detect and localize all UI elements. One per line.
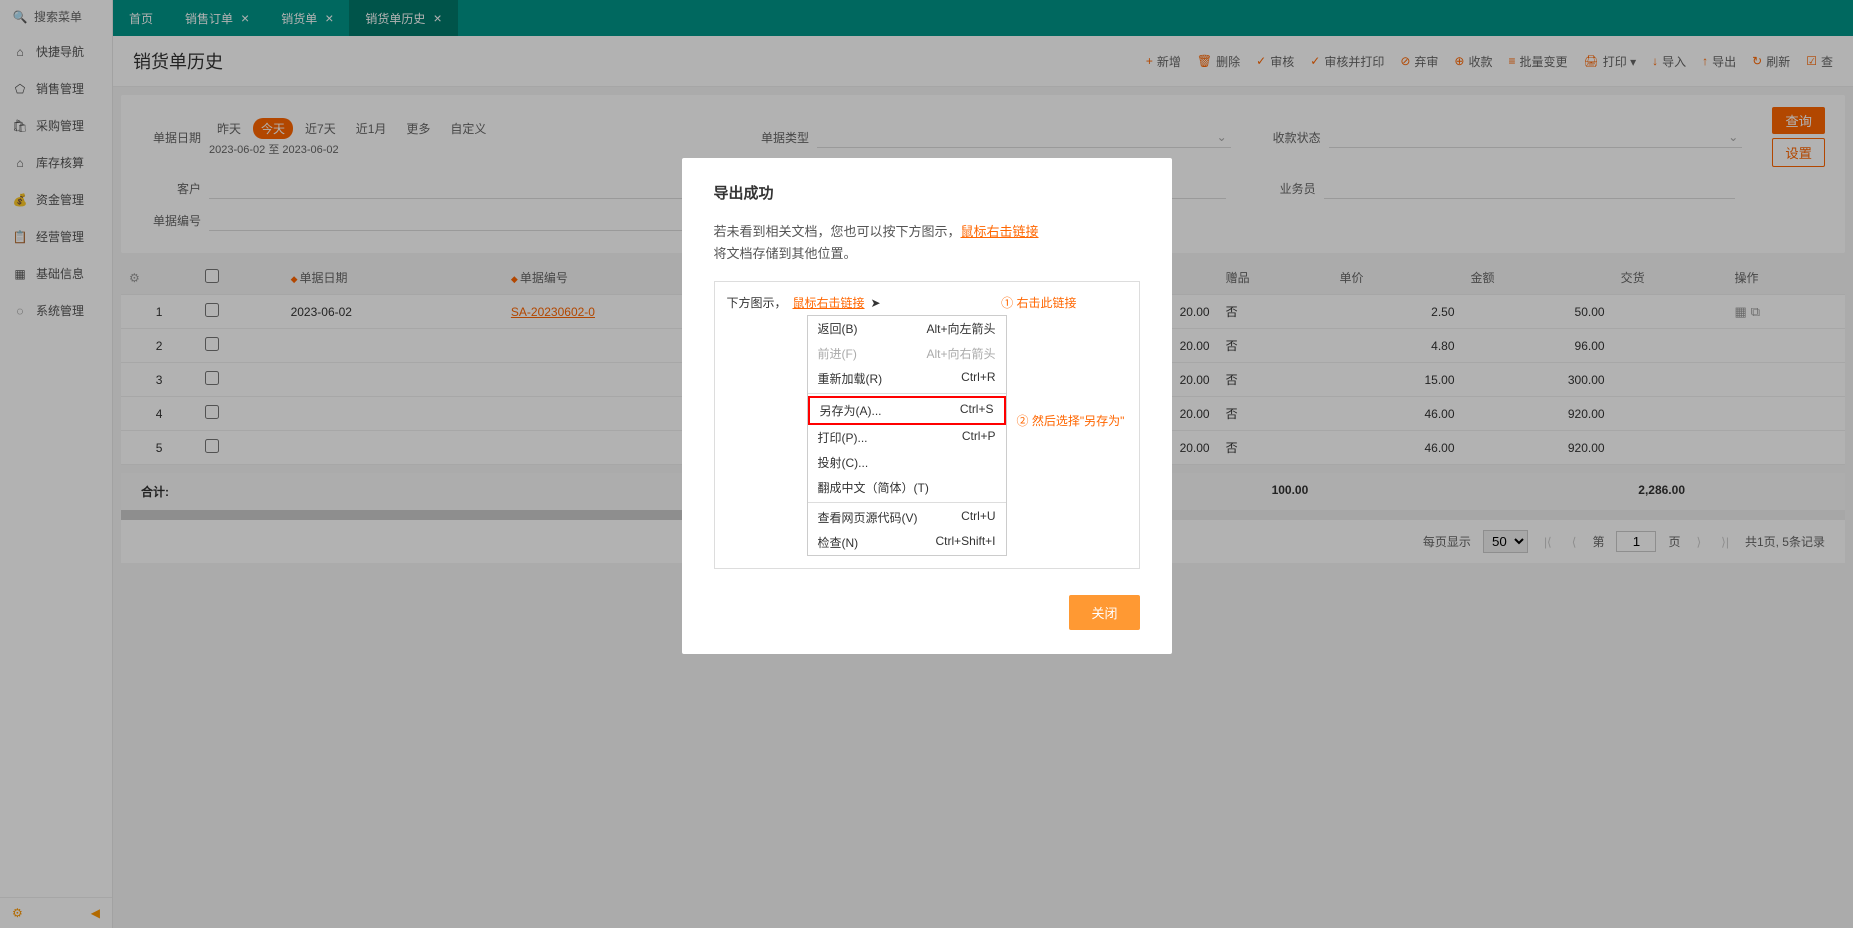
ctx-menu-item: 检查(N)Ctrl+Shift+I — [808, 530, 1006, 555]
export-success-modal: 导出成功 若未看到相关文档，您也可以按下方图示，鼠标右击链接 将文档存储到其他位… — [682, 158, 1172, 654]
step2-note: ② 然后选择"另存为" — [1017, 412, 1125, 429]
close-button[interactable]: 关闭 — [1069, 595, 1139, 630]
instruction-image: 下方图示， 鼠标右击链接 ➤ ① 右击此链接 返回(B)Alt+向左箭头 前进(… — [714, 281, 1140, 569]
ctx-menu-item: 查看网页源代码(V)Ctrl+U — [808, 505, 1006, 530]
ctx-menu-item: 重新加载(R)Ctrl+R — [808, 366, 1006, 391]
step1-note: ① 右击此链接 — [1001, 294, 1076, 311]
example-link: 鼠标右击链接 — [793, 294, 865, 311]
ctx-menu-item: 另存为(A)...Ctrl+S — [808, 396, 1006, 425]
ctx-menu-item: 翻成中文（简体）(T) — [808, 475, 1006, 500]
modal-desc: 若未看到相关文档，您也可以按下方图示，鼠标右击链接 将文档存储到其他位置。 — [714, 221, 1140, 265]
modal-title: 导出成功 — [714, 182, 1140, 203]
right-click-link[interactable]: 鼠标右击链接 — [961, 224, 1039, 239]
ctx-menu-item: 前进(F)Alt+向右箭头 — [808, 341, 1006, 366]
ctx-menu-item: 投射(C)... — [808, 450, 1006, 475]
modal-overlay[interactable]: 导出成功 若未看到相关文档，您也可以按下方图示，鼠标右击链接 将文档存储到其他位… — [0, 0, 1853, 928]
cursor-icon: ➤ — [871, 296, 881, 310]
ctx-menu-item: 打印(P)...Ctrl+P — [808, 425, 1006, 450]
context-menu-example: 返回(B)Alt+向左箭头 前进(F)Alt+向右箭头 重新加载(R)Ctrl+… — [807, 315, 1007, 556]
ctx-menu-item: 返回(B)Alt+向左箭头 — [808, 316, 1006, 341]
